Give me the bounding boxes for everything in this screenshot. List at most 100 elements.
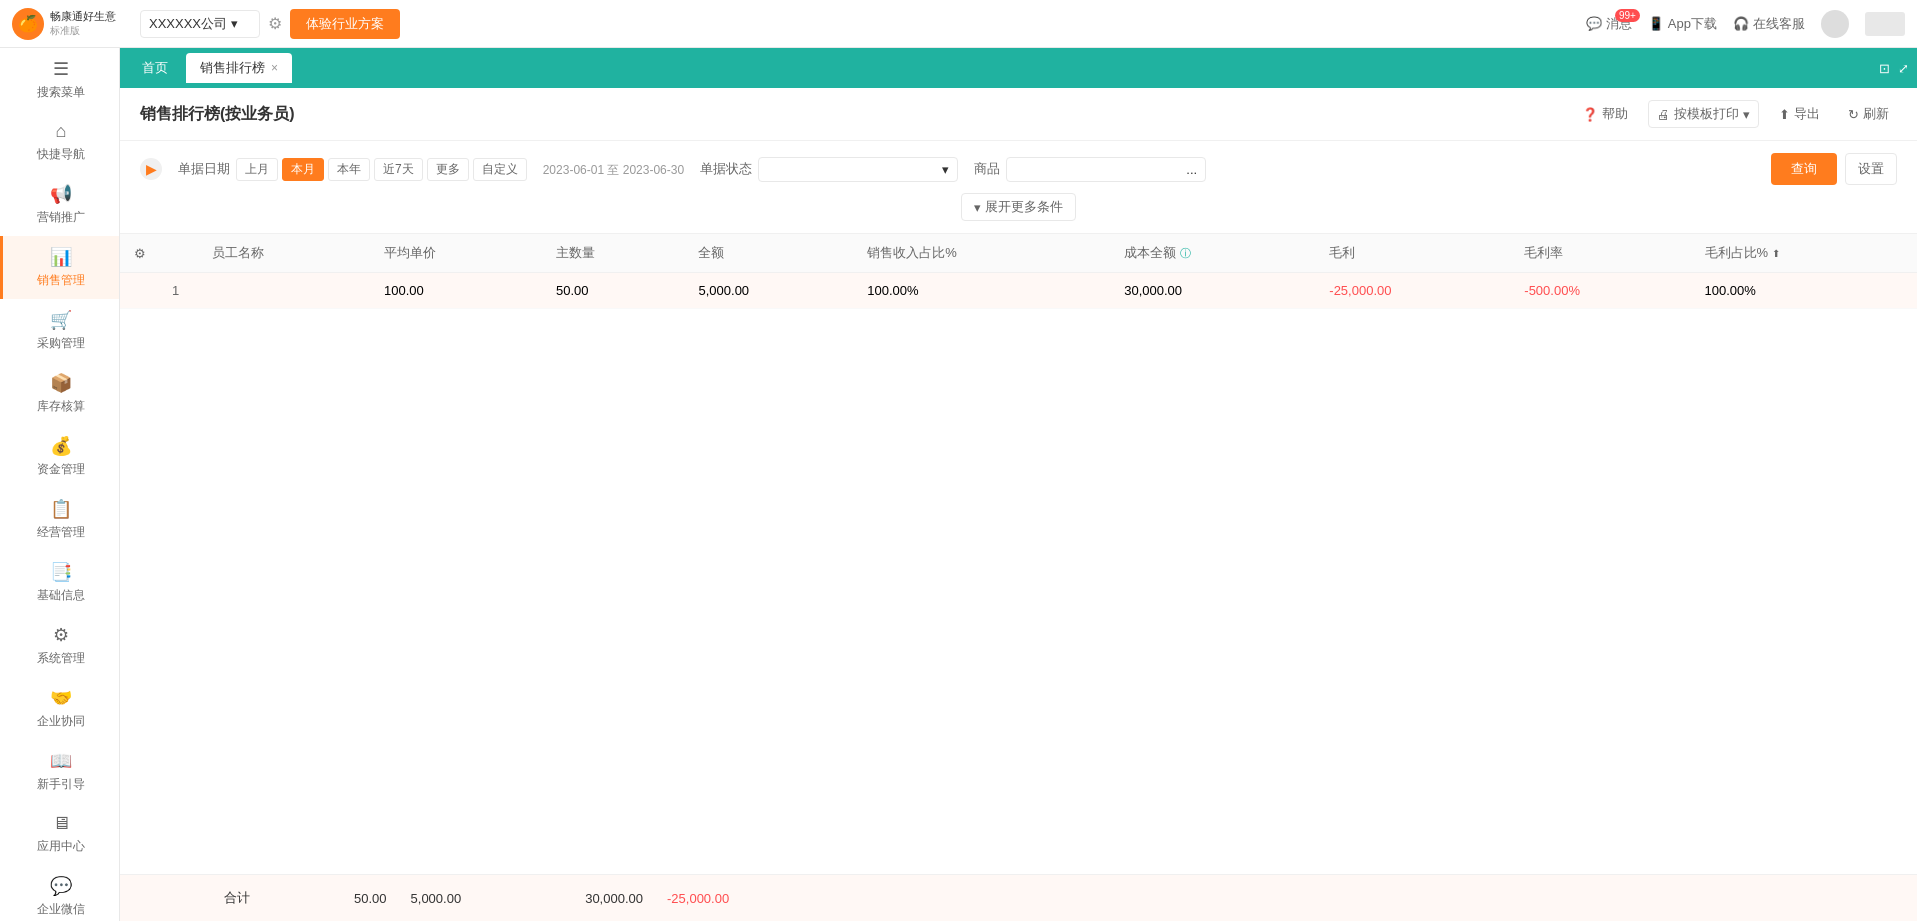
tab-window-buttons: ⊡ ⤢ [1879,61,1909,76]
filter-goods-item: 商品 ... [974,157,1206,182]
headset-icon: 🎧 [1733,16,1749,31]
box-icon: 📦 [50,372,72,394]
book-icon: 📖 [50,750,72,772]
sidebar-item-apps[interactable]: 🖥 应用中心 [0,803,119,865]
print-button[interactable]: 🖨 按模板打印 ▾ [1648,100,1759,128]
company-selector[interactable]: XXXXXX公司 ▾ [140,10,260,38]
sidebar-item-label: 基础信息 [37,587,85,604]
col-profit-ratio: 毛利占比% ⬆ [1693,234,1917,273]
sidebar-item-nav[interactable]: ⌂ 快捷导航 [0,111,119,173]
status-select[interactable]: ▾ [758,157,958,182]
sidebar-item-label: 搜索菜单 [37,84,85,101]
settings-button[interactable]: 设置 [1845,153,1897,185]
col-quantity: 主数量 [544,234,687,273]
tab-close-icon[interactable]: × [271,61,278,75]
refresh-button[interactable]: ↻ 刷新 [1840,101,1897,127]
content-area: 首页 销售排行榜 × ⊡ ⤢ 销售排行榜(按业务员) ❓ 帮助 [120,48,1917,921]
sidebar-item-system[interactable]: ⚙ 系统管理 [0,614,119,677]
service-label: 在线客服 [1753,15,1805,33]
print-label: 按模板打印 [1674,105,1739,123]
phone-icon: 📱 [1648,16,1664,31]
refresh-label: 刷新 [1863,105,1889,123]
sidebar-item-inventory[interactable]: 📦 库存核算 [0,362,119,425]
sidebar-item-guide[interactable]: 📖 新手引导 [0,740,119,803]
online-service[interactable]: 🎧 在线客服 [1733,15,1805,33]
footer-profit: -25,000.00 [655,887,741,910]
goods-filter-label: 商品 [974,160,1000,178]
query-actions: 查询 设置 [1771,153,1897,185]
export-button[interactable]: ⬆ 导出 [1771,101,1828,127]
sidebar-item-label: 新手引导 [37,776,85,793]
sidebar-item-sales[interactable]: 📊 销售管理 [0,236,119,299]
date-btn-more[interactable]: 更多 [427,158,469,181]
row-settings-cell [120,273,160,309]
sidebar-item-label: 快捷导航 [37,146,85,163]
sidebar-item-purchase[interactable]: 🛒 采购管理 [0,299,119,362]
sidebar-item-label: 企业协同 [37,713,85,730]
row-amount-cell: 5,000.00 [686,273,855,309]
logo-icon: 🍊 [12,8,44,40]
minimize-icon[interactable]: ⊡ [1879,61,1890,76]
help-icon: ❓ [1582,107,1598,122]
table-row: 1 100.00 50.00 5,000.00 100.00% 30,000.0… [120,273,1917,309]
settings-gear-icon[interactable]: ⚙ [268,14,282,33]
sidebar-item-search[interactable]: ☰ 搜索菜单 [0,48,119,111]
company-name: XXXXXX公司 [149,15,227,33]
cart-icon: 🛒 [50,309,72,331]
sidebar-item-wechat[interactable]: 💬 企业微信 [0,865,119,921]
sidebar-item-label: 应用中心 [37,838,85,855]
print-dropdown-icon: ▾ [1743,107,1750,122]
col-settings[interactable]: ⚙ [120,234,160,273]
sidebar: ☰ 搜索菜单 ⌂ 快捷导航 📢 营销推广 📊 销售管理 🛒 采购管理 📦 库存核… [0,48,120,921]
sidebar-item-basic-info[interactable]: 📑 基础信息 [0,551,119,614]
col-amount: 全额 [686,234,855,273]
date-range-text: 2023-06-01 至 2023-06-30 [543,162,684,179]
goods-select[interactable]: ... [1006,157,1206,182]
chat-bubble-icon: 💬 [50,875,72,897]
sidebar-item-enterprise[interactable]: 🤝 企业协同 [0,677,119,740]
tab-sales-ranking[interactable]: 销售排行榜 × [186,53,292,83]
row-avg-price-cell: 100.00 [372,273,544,309]
col-rank [160,234,200,273]
help-button[interactable]: ❓ 帮助 [1574,101,1636,127]
table-area: ⚙ 员工名称 平均单价 主数量 全额 销售收入占比% 成本全额 ⓘ 毛利 毛利率… [120,234,1917,874]
query-button[interactable]: 查询 [1771,153,1837,185]
row-profit-ratio-cell: 100.00% [1693,273,1917,309]
col-cost: 成本全额 ⓘ [1112,234,1317,273]
money-icon: 💰 [50,435,72,457]
date-btn-7days[interactable]: 近7天 [374,158,423,181]
expand-more-button[interactable]: ▾ 展开更多条件 [961,193,1076,221]
page-title: 销售排行榜(按业务员) [140,104,295,125]
megaphone-icon: 📢 [50,183,72,205]
date-btn-last-month[interactable]: 上月 [236,158,278,181]
row-quantity-cell: 50.00 [544,273,687,309]
expand-more-area: ▾ 展开更多条件 [140,193,1897,221]
sidebar-item-marketing[interactable]: 📢 营销推广 [0,173,119,236]
sidebar-item-label: 资金管理 [37,461,85,478]
sidebar-item-label: 企业微信 [37,901,85,918]
app-download[interactable]: 📱 App下载 [1648,15,1717,33]
date-btn-this-month[interactable]: 本月 [282,158,324,181]
top-bar: 🍊 畅康通好生意 标准版 XXXXXX公司 ▾ ⚙ 体验行业方案 💬 消息 99… [0,0,1917,48]
sidebar-item-operation[interactable]: 📋 经营管理 [0,488,119,551]
row-cost-cell: 30,000.00 [1112,273,1317,309]
maximize-icon[interactable]: ⤢ [1898,61,1909,76]
profit-sort-icon[interactable]: ⬆ [1772,248,1780,259]
message-icon[interactable]: 💬 消息 99+ [1586,15,1632,33]
sidebar-item-label: 经营管理 [37,524,85,541]
trial-button[interactable]: 体验行业方案 [290,9,400,39]
avatar[interactable] [1821,10,1849,38]
sidebar-item-label: 库存核算 [37,398,85,415]
sidebar-item-finance[interactable]: 💰 资金管理 [0,425,119,488]
date-btn-custom[interactable]: 自定义 [473,158,527,181]
filter-collapse-button[interactable]: ▶ [140,158,162,180]
monitor-icon: 🖥 [52,813,70,834]
col-profit-rate: 毛利率 [1512,234,1692,273]
row-rank-cell: 1 [160,273,200,309]
col-employee: 员工名称 [200,234,372,273]
tab-home[interactable]: 首页 [128,53,182,83]
expand-label: 展开更多条件 [985,198,1063,216]
report-icon: 📋 [50,498,72,520]
footer-avg-price-placeholder [262,894,342,902]
date-btn-this-year[interactable]: 本年 [328,158,370,181]
